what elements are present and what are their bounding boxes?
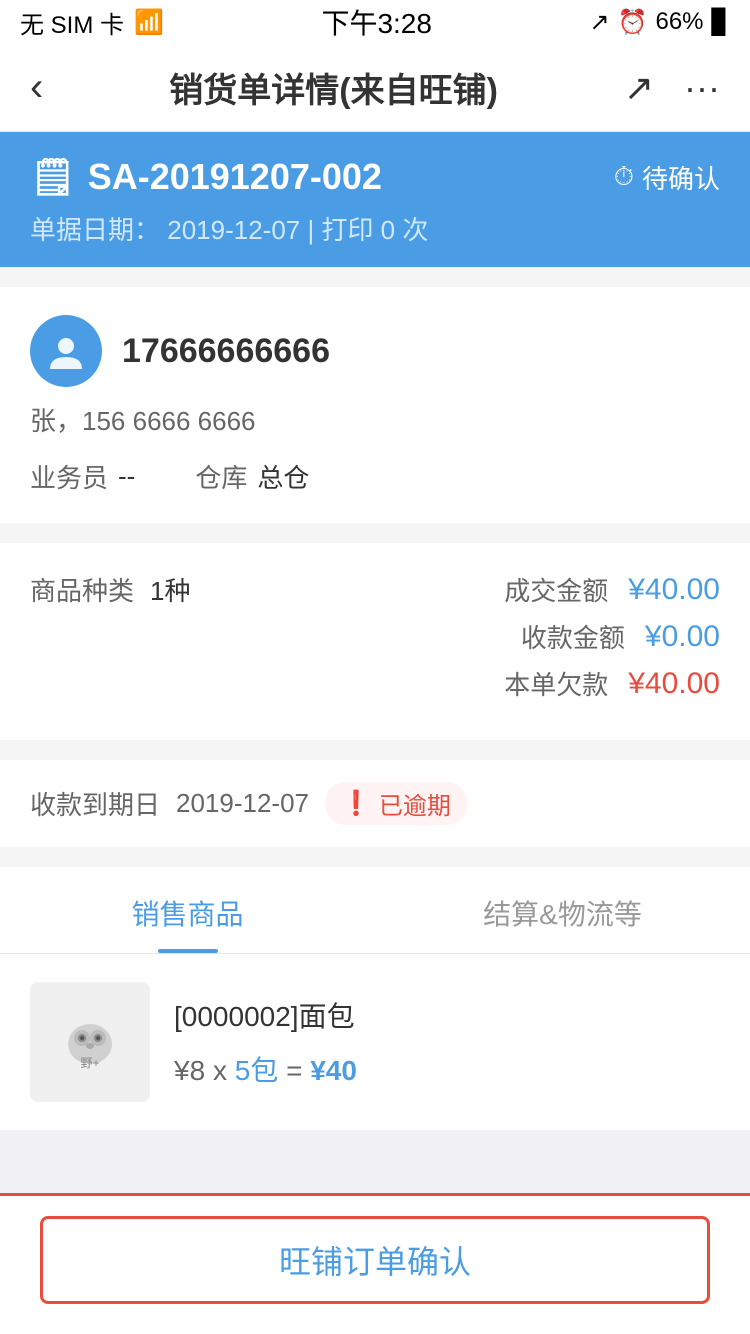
total-value: ¥40 — [310, 1055, 357, 1086]
tabs-container: 销售商品 结算&物流等 — [0, 867, 750, 954]
due-date-value: 2019-12-07 — [176, 788, 309, 819]
svg-text:野+: 野+ — [80, 1056, 99, 1070]
overdue-icon: ❗ — [341, 789, 371, 818]
overdue-text: 已逾期 — [379, 786, 451, 821]
sales-value: -- — [118, 461, 135, 492]
multiply-icon: x — [213, 1055, 235, 1086]
location-icon: ↗ — [589, 8, 609, 37]
order-number: 🗒 SA-20191207-002 — [30, 156, 382, 198]
product-type-row: 商品种类 1种 — [30, 571, 190, 608]
product-name: [0000002]面包 — [174, 995, 720, 1035]
page-title: 销货单详情(来自旺铺) — [169, 63, 498, 112]
due-date-label: 收款到期日 — [30, 785, 160, 822]
product-thumbnail: 野+ — [30, 982, 150, 1102]
customer-meta-row: 业务员 -- 仓库 总仓 — [30, 458, 720, 495]
wifi-signal-icon: 📶 — [134, 8, 164, 37]
carrier-label: 无 SIM 卡 — [20, 5, 124, 40]
received-label: 收款金额 — [521, 618, 625, 655]
order-doc-icon: 🗒 — [30, 156, 76, 198]
product-info: [0000002]面包 ¥8 x 5包 = ¥40 — [174, 995, 720, 1089]
status-clock-icon: ⏱ — [614, 161, 634, 193]
type-label: 商品种类 — [30, 571, 134, 608]
customer-name: 张，156 6666 6666 — [30, 401, 720, 438]
alarm-icon: ⏰ — [618, 8, 648, 37]
confirm-button-container: 旺铺订单确认 — [0, 1193, 750, 1334]
customer-info-card: 17666666666 张，156 6666 6666 业务员 -- 仓库 总仓 — [0, 287, 750, 523]
status-bar: 无 SIM 卡 📶 下午3:28 ↗ ⏰ 66% ▊ — [0, 0, 750, 44]
summary-card: 商品种类 1种 成交金额 ¥40.00 收款金额 ¥0.00 本单欠款 ¥40.… — [0, 543, 750, 740]
eq-sign: = — [286, 1055, 310, 1086]
nav-bar: ‹ 销货单详情(来自旺铺) ↗ ··· — [0, 44, 750, 132]
warehouse-label: 仓库 — [195, 458, 247, 495]
product-card: 野+ [0000002]面包 ¥8 x 5包 = ¥40 — [0, 954, 750, 1130]
type-value: 1种 — [150, 571, 190, 608]
warehouse-value: 总仓 — [257, 458, 309, 495]
nav-actions: ↗ ··· — [624, 67, 720, 109]
battery-label: 66% — [655, 8, 703, 36]
battery-icon: ▊ — [712, 8, 730, 37]
amount-value: ¥40.00 — [628, 573, 720, 607]
customer-phone: 17666666666 — [122, 332, 330, 371]
share-icon[interactable]: ↗ — [624, 67, 654, 109]
due-date-card: 收款到期日 2019-12-07 ❗ 已逾期 — [0, 760, 750, 847]
overdue-badge: ❗ 已逾期 — [325, 782, 467, 825]
product-price-row: ¥8 x 5包 = ¥40 — [174, 1049, 720, 1089]
status-bar-left: 无 SIM 卡 📶 — [20, 5, 164, 40]
sales-label: 业务员 — [30, 458, 108, 495]
status-bar-right: ↗ ⏰ 66% ▊ — [589, 8, 730, 37]
balance-value: ¥40.00 — [628, 667, 720, 701]
amount-summary: 成交金额 ¥40.00 收款金额 ¥0.00 本单欠款 ¥40.00 — [504, 571, 720, 712]
order-date-row: 单据日期： 2019-12-07 | 打印 0 次 — [30, 210, 720, 247]
tab-settlement[interactable]: 结算&物流等 — [375, 867, 750, 953]
amount-label: 成交金额 — [504, 571, 608, 608]
back-button[interactable]: ‹ — [30, 65, 43, 110]
order-header-card: 🗒 SA-20191207-002 ⏱ 待确认 单据日期： 2019-12-07… — [0, 132, 750, 267]
balance-label: 本单欠款 — [504, 665, 608, 702]
more-icon[interactable]: ··· — [684, 67, 720, 109]
order-status: ⏱ 待确认 — [614, 159, 720, 196]
tabs-row: 销售商品 结算&物流等 — [0, 867, 750, 953]
qty-value: 5包 — [235, 1055, 279, 1086]
tab-products[interactable]: 销售商品 — [0, 867, 375, 953]
received-value: ¥0.00 — [645, 620, 720, 654]
confirm-order-button[interactable]: 旺铺订单确认 — [40, 1216, 710, 1304]
avatar — [30, 315, 102, 387]
unit-price: ¥8 — [174, 1055, 205, 1086]
status-bar-time: 下午3:28 — [321, 2, 432, 42]
